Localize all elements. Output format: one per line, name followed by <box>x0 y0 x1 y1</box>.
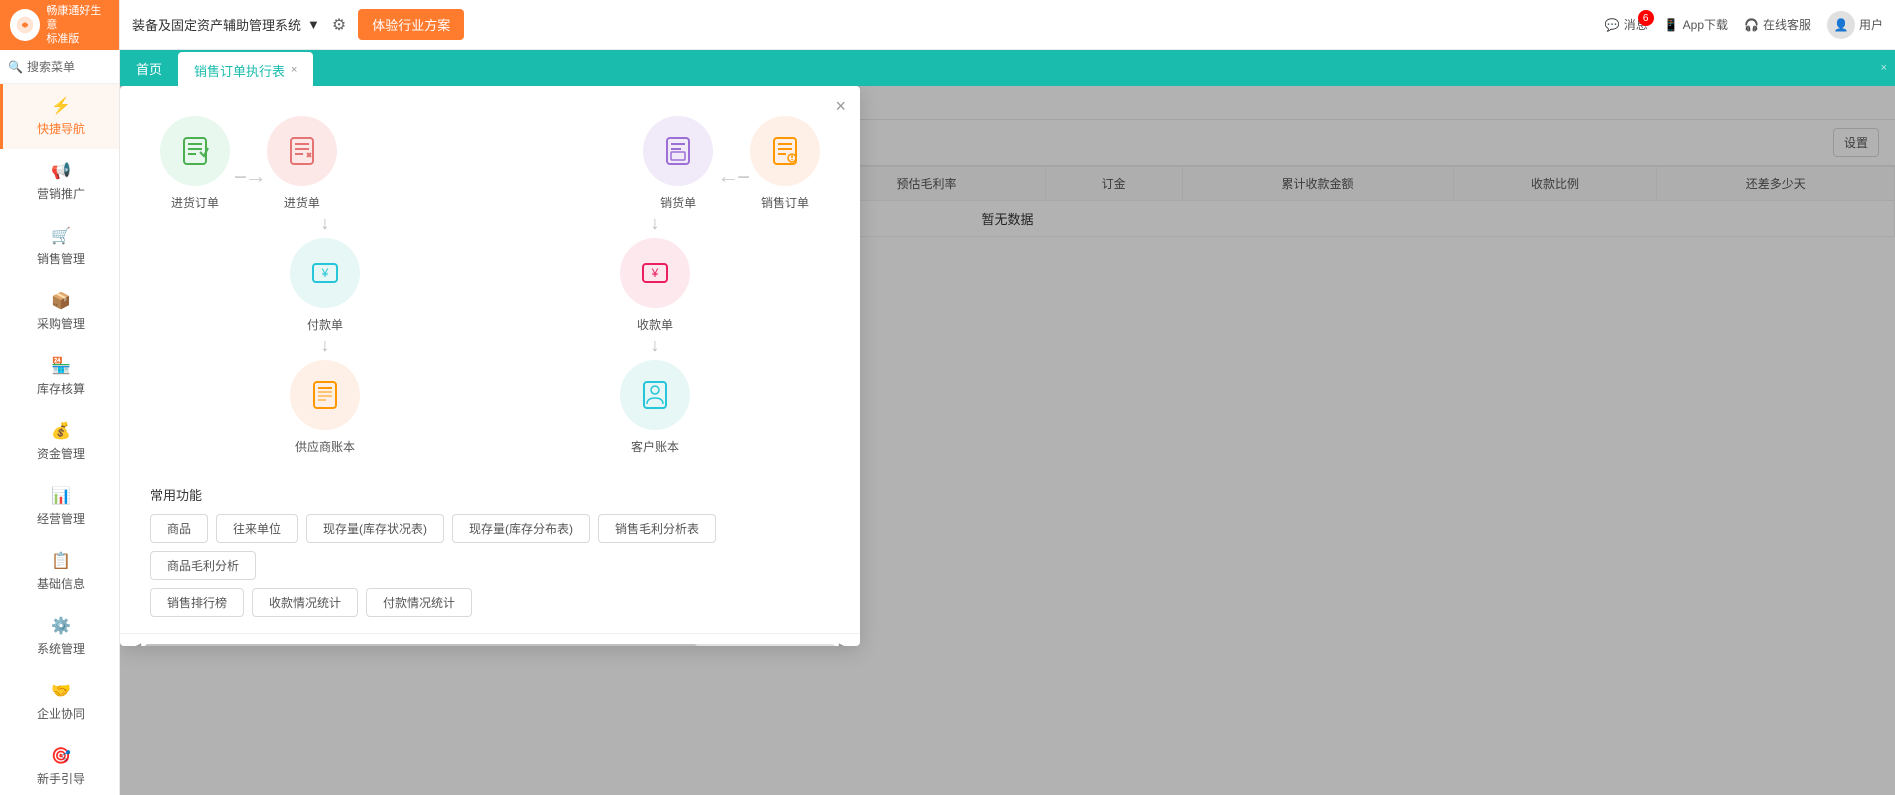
flow-item-supplier-account[interactable]: 供应商账本 <box>290 360 360 455</box>
scroll-bar-area: ◀ ▶ <box>120 633 860 646</box>
overlay[interactable]: × <box>120 86 1895 795</box>
payment-bill-circle: ¥ <box>290 238 360 308</box>
flow-item-customer-account[interactable]: 客户账本 <box>620 360 690 455</box>
basic-icon: 📋 <box>51 551 71 571</box>
sidebar-item-quick-nav[interactable]: ⚡ 快捷导航 <box>0 84 119 149</box>
logo-text: 畅康通好生意 标准版 <box>46 4 109 47</box>
sidebar-nav: ⚡ 快捷导航 📢 营销推广 🛒 销售管理 📦 采购管理 🏪 库存核算 💰 <box>0 84 119 795</box>
tabbar: 首页 销售订单执行表 × × <box>120 50 1895 86</box>
supplier-account-circle <box>290 360 360 430</box>
app-download-icon: 📱 <box>1664 18 1679 32</box>
common-btn-sales-profit[interactable]: 销售毛利分析表 <box>598 514 716 543</box>
sidebar-item-finance[interactable]: 💰 资金管理 <box>0 409 119 474</box>
inventory-icon: 🏪 <box>51 356 71 376</box>
purchase-bill-circle <box>267 116 337 186</box>
tab-close-btn[interactable]: × <box>291 64 297 76</box>
flow-arrow-down-payment: ↓ <box>321 335 330 356</box>
sales-bill-circle <box>643 116 713 186</box>
scroll-track[interactable] <box>145 644 835 646</box>
common-btn-goods-profit[interactable]: 商品毛利分析 <box>150 551 256 580</box>
customer-account-circle <box>620 360 690 430</box>
common-btns-row2: 销售排行榜 收款情况统计 付款情况统计 <box>150 588 830 617</box>
flow-arrow-down-purchase: ↓ <box>321 213 330 234</box>
common-btns: 商品 往来单位 现存量(库存状况表) 现存量(库存分布表) 销售毛利分析表 商品… <box>150 514 830 580</box>
sidebar: 畅康通好生意 标准版 🔍 搜索菜单 ⚡ 快捷导航 📢 营销推广 🛒 销售管理 📦 <box>0 0 120 795</box>
tab-home[interactable]: 首页 <box>120 50 178 86</box>
search-icon: 🔍 <box>8 60 23 74</box>
user-avatar: 👤 <box>1827 11 1855 39</box>
flow-section: 进货订单 - - → <box>120 86 860 475</box>
flow-item-receipt-bill[interactable]: ¥ 收款单 <box>620 238 690 333</box>
common-title: 常用功能 <box>150 485 830 504</box>
online-service-action[interactable]: 🎧 在线客服 <box>1744 16 1811 33</box>
guide-icon: 🎯 <box>51 746 71 766</box>
sidebar-item-purchase[interactable]: 📦 采购管理 <box>0 279 119 344</box>
flow-item-sales-bill[interactable]: 销货单 <box>643 116 713 211</box>
common-btn-payment-stats[interactable]: 付款情况统计 <box>366 588 472 617</box>
message-icon: 💬 <box>1605 18 1620 32</box>
common-btn-receipt-stats[interactable]: 收款情况统计 <box>252 588 358 617</box>
system-title: 装备及固定资产辅助管理系统 <box>132 15 301 34</box>
quick-nav-icon: ⚡ <box>51 96 71 116</box>
scroll-left-btn[interactable]: ◀ <box>132 640 141 646</box>
common-btn-inventory-status[interactable]: 现存量(库存状况表) <box>306 514 444 543</box>
sidebar-item-operations[interactable]: 📊 经营管理 <box>0 474 119 539</box>
settings-icon[interactable]: ⚙ <box>332 15 346 35</box>
system-icon: ⚙️ <box>51 616 71 636</box>
svg-text:¥: ¥ <box>321 266 329 280</box>
sidebar-item-enterprise[interactable]: 🤝 企业协同 <box>0 669 119 734</box>
sidebar-item-basic[interactable]: 📋 基础信息 <box>0 539 119 604</box>
sidebar-item-guide[interactable]: 🎯 新手引导 <box>0 734 119 795</box>
app-download-action[interactable]: 📱 App下载 <box>1664 16 1728 33</box>
flow-item-sales-order[interactable]: 销售订单 <box>750 116 820 211</box>
marketing-icon: 📢 <box>51 161 71 181</box>
logo-icon <box>10 9 40 41</box>
common-section: 常用功能 商品 往来单位 现存量(库存状况表) 现存量(库存分布表) 销售毛利分… <box>120 475 860 633</box>
quicknav-close-btn[interactable]: × <box>835 96 846 117</box>
user-action[interactable]: 👤 用户 <box>1827 11 1883 39</box>
sidebar-logo: 畅康通好生意 标准版 <box>0 0 119 50</box>
message-badge: 6 <box>1638 10 1654 26</box>
scroll-thumb[interactable] <box>145 644 697 646</box>
flow-item-purchase-bill[interactable]: 进货单 <box>267 116 337 211</box>
svg-text:¥: ¥ <box>651 266 659 280</box>
search-menu[interactable]: 🔍 搜索菜单 <box>0 50 119 84</box>
common-btn-inventory-dist[interactable]: 现存量(库存分布表) <box>452 514 590 543</box>
purchase-order-circle <box>160 116 230 186</box>
experience-btn[interactable]: 体验行业方案 <box>358 9 464 40</box>
flow-arrow-down-receipt: ↓ <box>651 335 660 356</box>
flow-arrow-sales-order-to-bill: ← - - <box>717 163 746 189</box>
flow-item-purchase-order[interactable]: 进货订单 <box>160 116 230 211</box>
topbar: 装备及固定资产辅助管理系统 ▼ ⚙ 体验行业方案 💬 消息 6 📱 App下载 … <box>120 0 1895 50</box>
system-title-area: 装备及固定资产辅助管理系统 ▼ <box>132 15 320 34</box>
common-btn-contacts[interactable]: 往来单位 <box>216 514 298 543</box>
content-area: ❓ 帮助 🖨️ 按模板打印 ▼ ⬆️ 导出 ▼ 🔄 刷 <box>120 86 1895 795</box>
online-service-icon: 🎧 <box>1744 18 1759 32</box>
sidebar-item-marketing[interactable]: 📢 营销推广 <box>0 149 119 214</box>
sidebar-item-inventory[interactable]: 🏪 库存核算 <box>0 344 119 409</box>
finance-icon: 💰 <box>51 421 71 441</box>
close-all-tabs-btn[interactable]: × <box>1881 62 1887 74</box>
flow-arrow-down-sales: ↓ <box>651 213 660 234</box>
purchase-icon: 📦 <box>51 291 71 311</box>
operations-icon: 📊 <box>51 486 71 506</box>
receipt-bill-circle: ¥ <box>620 238 690 308</box>
message-action[interactable]: 💬 消息 6 <box>1605 16 1648 33</box>
dropdown-arrow-icon: ▼ <box>307 17 320 32</box>
sidebar-item-system[interactable]: ⚙️ 系统管理 <box>0 604 119 669</box>
scroll-right-btn[interactable]: ▶ <box>839 640 848 646</box>
sales-order-circle <box>750 116 820 186</box>
flow-arrow-purchase-to-bill: - - → <box>234 163 263 189</box>
common-btn-goods[interactable]: 商品 <box>150 514 208 543</box>
tab-sales-order[interactable]: 销售订单执行表 × <box>178 52 313 88</box>
sidebar-item-sales[interactable]: 🛒 销售管理 <box>0 214 119 279</box>
quicknav-popup: × <box>120 86 860 646</box>
main-area: 装备及固定资产辅助管理系统 ▼ ⚙ 体验行业方案 💬 消息 6 📱 App下载 … <box>120 0 1895 795</box>
flow-item-payment-bill[interactable]: ¥ 付款单 <box>290 238 360 333</box>
enterprise-icon: 🤝 <box>51 681 71 701</box>
topbar-actions: 💬 消息 6 📱 App下载 🎧 在线客服 👤 用户 <box>1605 11 1883 39</box>
common-btn-sales-ranking[interactable]: 销售排行榜 <box>150 588 244 617</box>
sales-icon: 🛒 <box>51 226 71 246</box>
